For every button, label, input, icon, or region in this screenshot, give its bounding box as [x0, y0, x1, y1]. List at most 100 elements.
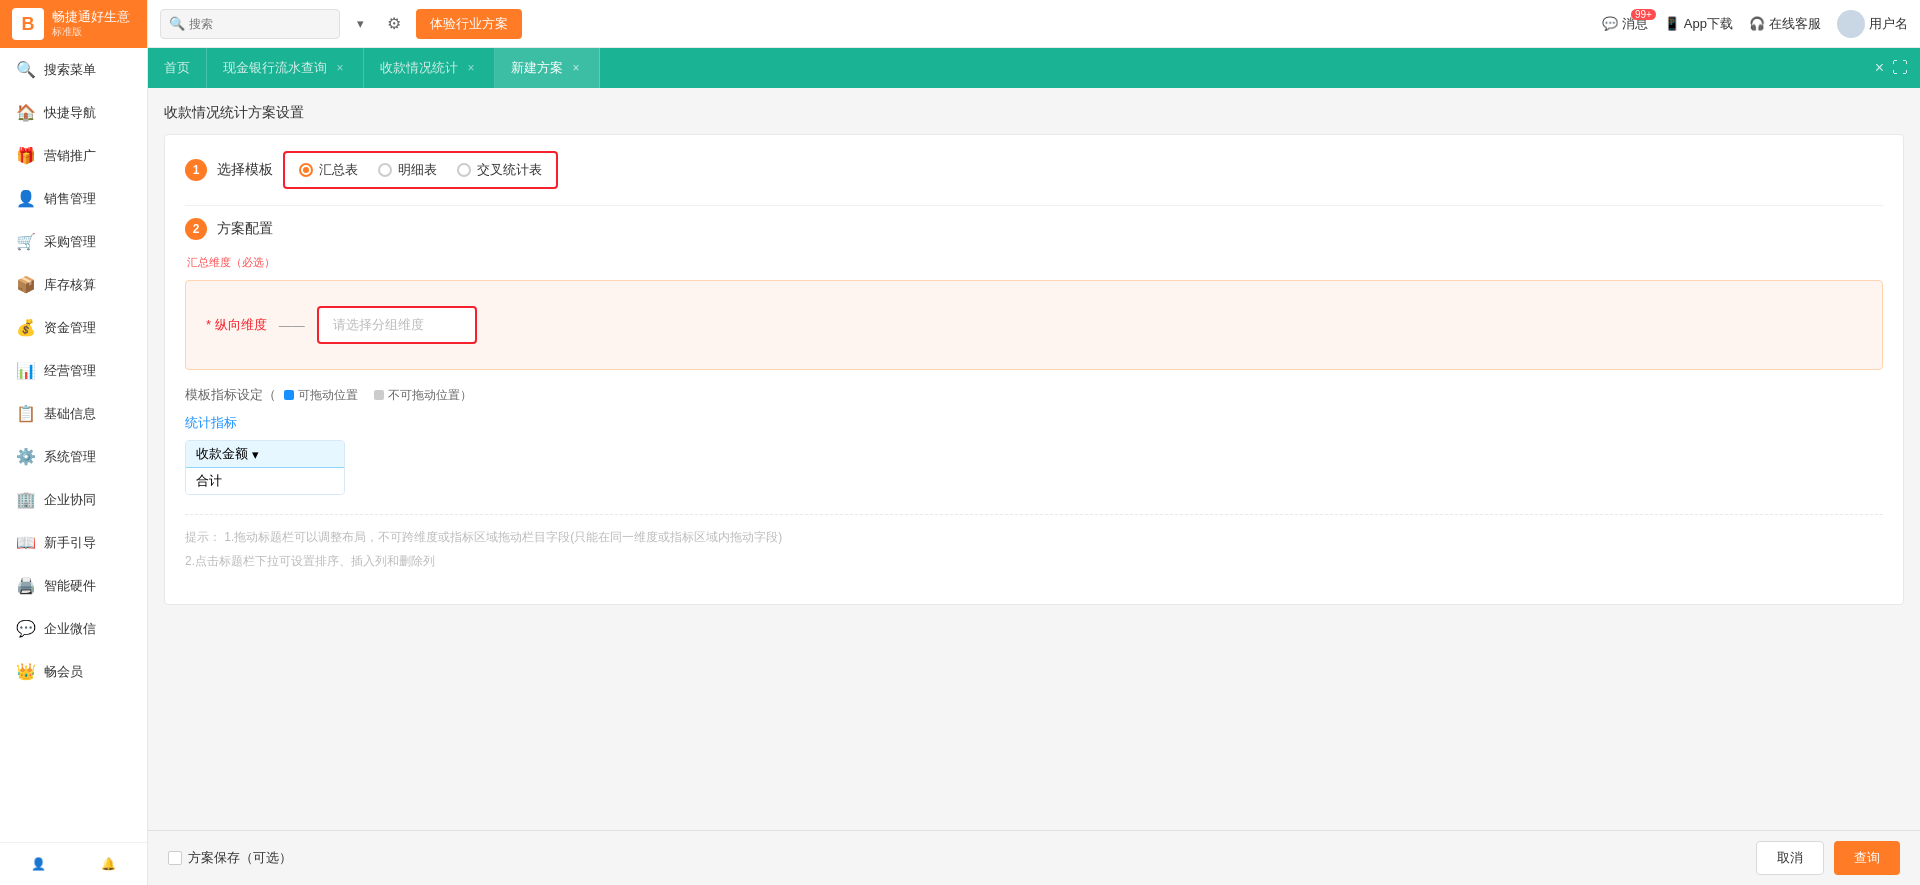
content-area: 收款情况统计方案设置 1 选择模板 汇总表 明细表 [148, 88, 1920, 830]
divider1 [185, 205, 1883, 206]
sidebar-footer: 👤 🔔 [0, 842, 147, 885]
sidebar-item-beginner[interactable]: 📖 新手引导 [0, 521, 147, 564]
basic-info-icon: 📋 [16, 404, 36, 423]
legend-draggable: 可拖动位置 [284, 387, 358, 404]
metrics-header: 模板指标设定（ 可拖动位置 不可拖动位置） [185, 386, 1883, 404]
tab-cash-bank-close[interactable]: × [333, 61, 347, 75]
template-detail-label: 明细表 [398, 161, 437, 179]
settings-icon[interactable]: ⚙ [380, 10, 408, 38]
online-service-btn[interactable]: 🎧 在线客服 [1749, 15, 1821, 33]
metric-dropdown-icon[interactable]: ▾ [252, 447, 259, 462]
smart-hw-icon: 🖨️ [16, 576, 36, 595]
search-box[interactable]: 🔍 [160, 9, 340, 39]
purchase-icon: 🛒 [16, 232, 36, 251]
tab-new-plan[interactable]: 新建方案 × [495, 48, 600, 88]
sidebar-item-label: 库存核算 [44, 276, 96, 294]
topbar-right: 💬 消息 99+ 📱 App下载 🎧 在线客服 用户名 [1602, 10, 1908, 38]
notification-icon: 💬 [1602, 16, 1618, 31]
user-avatar[interactable]: 用户名 [1837, 10, 1908, 38]
sidebar-item-smart-hw[interactable]: 🖨️ 智能硬件 [0, 564, 147, 607]
tabs-maximize-btn[interactable]: ⛶ [1892, 59, 1908, 77]
sidebar-item-basic-info[interactable]: 📋 基础信息 [0, 392, 147, 435]
industry-btn[interactable]: 体验行业方案 [416, 9, 522, 39]
metrics-title: 模板指标设定（ [185, 386, 276, 404]
footer-left-btn[interactable]: 👤 [8, 851, 70, 877]
sidebar-item-member[interactable]: 👑 畅会员 [0, 650, 147, 693]
logo-badge: 标准版 [52, 25, 130, 39]
template-option-cross[interactable]: 交叉统计表 [457, 161, 542, 179]
sidebar-item-purchase[interactable]: 🛒 采购管理 [0, 220, 147, 263]
search-icon: 🔍 [169, 16, 185, 31]
step1-section: 1 选择模板 汇总表 明细表 交叉统计表 [185, 151, 1883, 189]
sidebar-item-quick-nav[interactable]: 🏠 快捷导航 [0, 91, 147, 134]
sidebar-item-search-menu[interactable]: 🔍 搜索菜单 [0, 48, 147, 91]
radio-detail[interactable] [378, 163, 392, 177]
tabs-bar: 首页 现金银行流水查询 × 收款情况统计 × 新建方案 × × ⛶ [148, 48, 1920, 88]
save-checkbox[interactable] [168, 851, 182, 865]
sales-icon: 👤 [16, 189, 36, 208]
notification-btn[interactable]: 💬 消息 99+ [1602, 15, 1648, 33]
sidebar-item-operations[interactable]: 📊 经营管理 [0, 349, 147, 392]
dimension-area: * 纵向维度 —— 请选择分组维度 [185, 280, 1883, 370]
sidebar-item-system[interactable]: ⚙️ 系统管理 [0, 435, 147, 478]
footer-right-btn[interactable]: 🔔 [78, 851, 140, 877]
sidebar-item-label: 畅会员 [44, 663, 83, 681]
sidebar-item-wechat[interactable]: 💬 企业微信 [0, 607, 147, 650]
save-option[interactable]: 方案保存（可选） [168, 849, 292, 867]
metrics-table-body: 合计 [186, 468, 344, 494]
sidebar-item-label: 新手引导 [44, 534, 96, 552]
quick-nav-icon: 🏠 [16, 103, 36, 122]
query-button[interactable]: 查询 [1834, 841, 1900, 875]
sidebar-item-marketing[interactable]: 🎁 营销推广 [0, 134, 147, 177]
tabs-minimize-btn[interactable]: × [1875, 59, 1884, 77]
hint-1: 提示： 1.拖动标题栏可以调整布局，不可跨维度或指标区域拖动栏目字段(只能在同一… [185, 527, 1883, 549]
sidebar-item-sales[interactable]: 👤 销售管理 [0, 177, 147, 220]
save-option-label: 方案保存（可选） [188, 849, 292, 867]
marketing-icon: 🎁 [16, 146, 36, 165]
dimension-subtitle: 汇总维度（必选） [185, 254, 1883, 270]
member-icon: 👑 [16, 662, 36, 681]
main-area: 🔍 ▾ ⚙ 体验行业方案 💬 消息 99+ 📱 App下载 🎧 在线客服 用户名 [148, 0, 1920, 885]
cancel-button[interactable]: 取消 [1756, 841, 1824, 875]
tab-collection-stats[interactable]: 收款情况统计 × [364, 48, 495, 88]
tab-new-plan-close[interactable]: × [569, 61, 583, 75]
sidebar-item-label: 企业协同 [44, 491, 96, 509]
sidebar-nav: 🔍 搜索菜单 🏠 快捷导航 🎁 营销推广 👤 销售管理 🛒 采购管理 📦 库存核… [0, 48, 147, 842]
radio-summary[interactable] [299, 163, 313, 177]
logo-icon: B [12, 8, 44, 40]
search-input[interactable] [189, 17, 331, 31]
metrics-table-header: 收款金额 ▾ [186, 441, 344, 468]
metric-name-label: 收款金额 [196, 445, 248, 463]
notification-badge: 99+ [1631, 9, 1656, 20]
sidebar-item-enterprise[interactable]: 🏢 企业协同 [0, 478, 147, 521]
app-download-label: App下载 [1684, 15, 1733, 33]
tab-home[interactable]: 首页 [148, 48, 207, 88]
template-option-summary[interactable]: 汇总表 [299, 161, 358, 179]
template-option-detail[interactable]: 明细表 [378, 161, 437, 179]
hints-section: 提示： 1.拖动标题栏可以调整布局，不可跨维度或指标区域拖动栏目字段(只能在同一… [185, 514, 1883, 572]
dimension-placeholder: 请选择分组维度 [333, 316, 424, 334]
user-name-label: 用户名 [1869, 15, 1908, 33]
online-service-label: 在线客服 [1769, 15, 1821, 33]
tab-collection-stats-label: 收款情况统计 [380, 59, 458, 77]
tab-collection-stats-close[interactable]: × [464, 61, 478, 75]
footer-right-icon: 🔔 [101, 857, 116, 871]
dimension-select[interactable]: 请选择分组维度 [317, 306, 477, 344]
metrics-table: 收款金额 ▾ 合计 [185, 440, 345, 495]
sidebar-item-inventory[interactable]: 📦 库存核算 [0, 263, 147, 306]
sidebar-item-label: 基础信息 [44, 405, 96, 423]
hint-2: 2.点击标题栏下拉可设置排序、插入列和删除列 [185, 551, 1883, 573]
search-dropdown-btn[interactable]: ▾ [348, 12, 372, 36]
bottom-bar: 方案保存（可选） 取消 查询 [148, 830, 1920, 885]
dimension-arrow: —— [279, 318, 305, 333]
sidebar-item-label: 快捷导航 [44, 104, 96, 122]
search-menu-icon: 🔍 [16, 60, 36, 79]
radio-cross[interactable] [457, 163, 471, 177]
topbar: 🔍 ▾ ⚙ 体验行业方案 💬 消息 99+ 📱 App下载 🎧 在线客服 用户名 [148, 0, 1920, 48]
metric-sum-label: 合计 [196, 473, 222, 488]
template-summary-label: 汇总表 [319, 161, 358, 179]
step2-title: 方案配置 [217, 220, 273, 238]
app-download-btn[interactable]: 📱 App下载 [1664, 15, 1733, 33]
tab-cash-bank[interactable]: 现金银行流水查询 × [207, 48, 364, 88]
sidebar-item-finance[interactable]: 💰 资金管理 [0, 306, 147, 349]
